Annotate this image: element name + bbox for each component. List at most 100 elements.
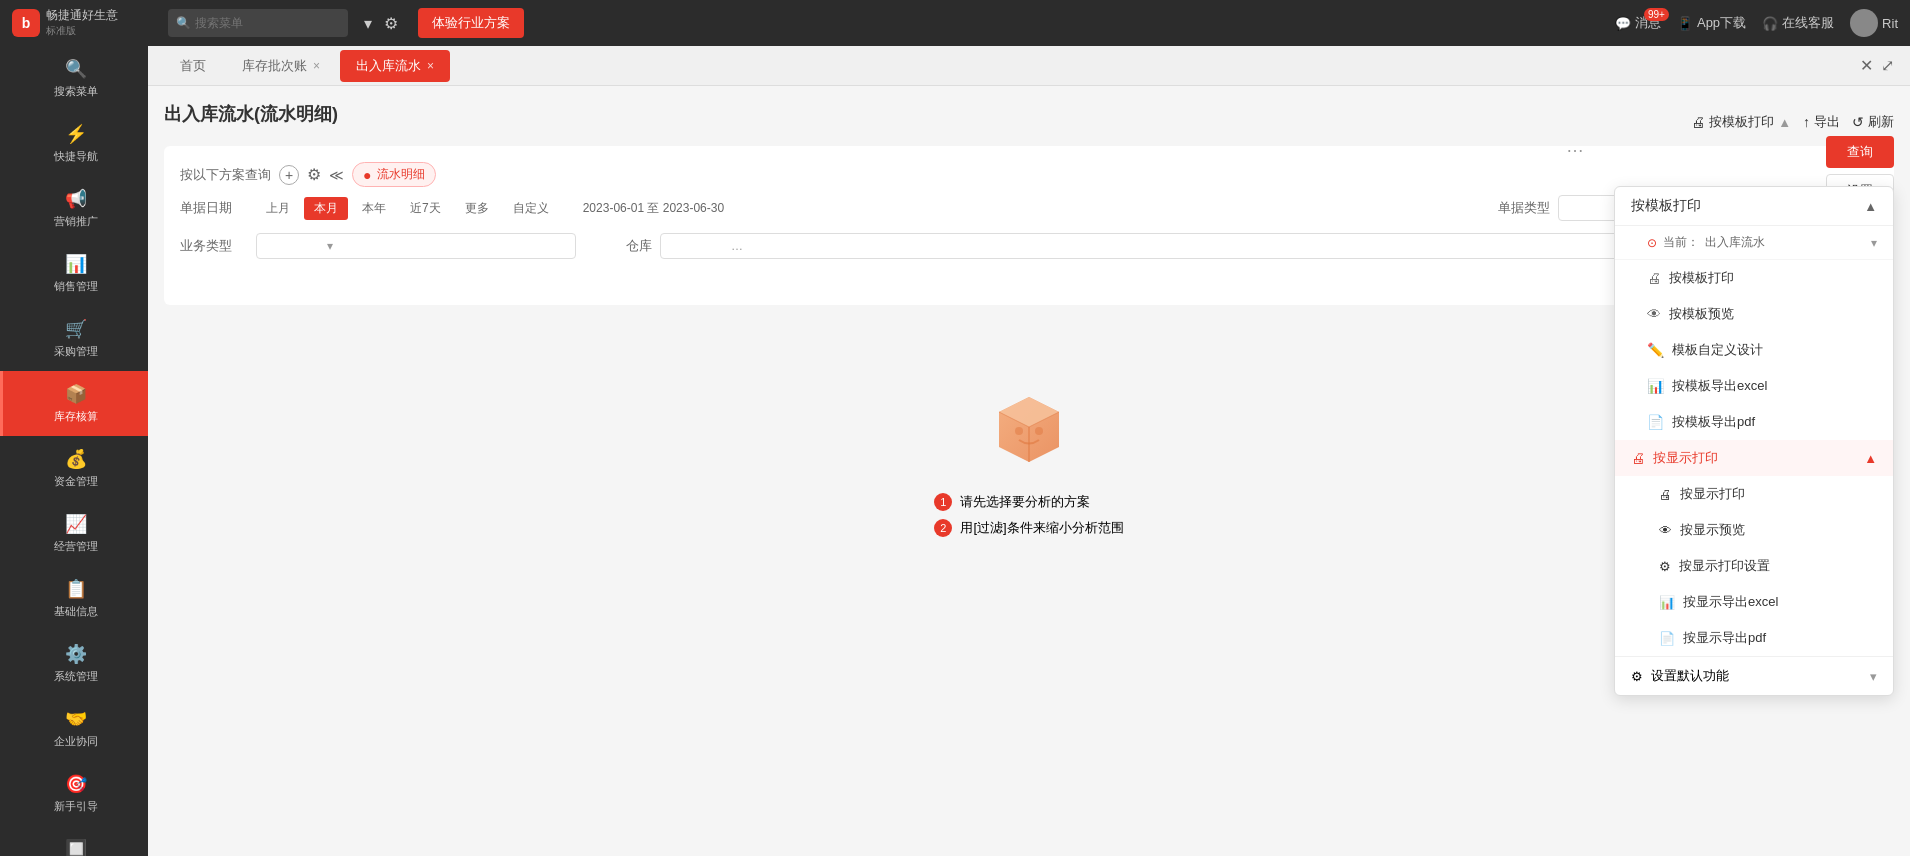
sidebar-item-销售管理[interactable]: 📊 销售管理 xyxy=(0,241,148,306)
dropdown-item-4[interactable]: 📄 按模板导出pdf xyxy=(1615,404,1893,440)
tab-bar: 首页库存批次账 ×出入库流水 × ✕ ⤢ xyxy=(148,46,1910,86)
tab-close-2[interactable]: × xyxy=(427,59,434,73)
sidebar-icon-6: 💰 xyxy=(65,448,87,470)
message-item[interactable]: 💬 消息 99+ xyxy=(1615,14,1661,32)
dropdown-item-label-1: 按模板预览 xyxy=(1669,305,1734,323)
empty-box-svg xyxy=(979,377,1079,467)
top-actions: 🖨 按模板打印 ▲ ↑ 导出 ↺ 刷新 xyxy=(1691,113,1894,131)
print-icon: 🖨 xyxy=(1691,114,1705,130)
dropdown-collapse-icon[interactable]: ▲ xyxy=(1864,199,1877,214)
dropdown-sub-icon-0: 🖨 xyxy=(1659,487,1672,502)
sidebar-item-经营管理[interactable]: 📈 经营管理 xyxy=(0,501,148,566)
biz-type-label: 业务类型 xyxy=(180,237,240,255)
sidebar-item-搜索菜单[interactable]: 🔍 搜索菜单 xyxy=(0,46,148,111)
date-tag-4[interactable]: 更多 xyxy=(455,197,499,220)
date-tag-2[interactable]: 本年 xyxy=(352,197,396,220)
sidebar-item-企业协同[interactable]: 🤝 企业协同 xyxy=(0,696,148,761)
user-avatar-area[interactable]: Rit xyxy=(1850,9,1898,37)
app-logo: b xyxy=(12,9,40,37)
date-tag-3[interactable]: 近7天 xyxy=(400,197,451,220)
search-input[interactable] xyxy=(195,16,340,30)
dropdown-sub-item-1[interactable]: 👁 按显示预览 xyxy=(1615,512,1893,548)
sidebar: 🔍 搜索菜单 ⚡ 快捷导航 📢 营销推广 📊 销售管理 🛒 采购管理 📦 库存核… xyxy=(0,46,148,856)
page-content: 出入库流水(流水明细) 🖨 按模板打印 ▲ ↑ 导出 ↺ 刷新 xyxy=(148,86,1910,856)
sidebar-item-应用中心[interactable]: 🔲 应用中心 xyxy=(0,826,148,856)
dropdown-item-label-0: 按模板打印 xyxy=(1669,269,1734,287)
dropdown-sub-item-2[interactable]: ⚙ 按显示打印设置 xyxy=(1615,548,1893,584)
dropdown-item-icon-1: 👁 xyxy=(1647,306,1661,322)
user-name: Rit xyxy=(1882,16,1898,31)
company-name: 畅捷通好生意 xyxy=(46,8,118,24)
app-download-item[interactable]: 📱 App下载 xyxy=(1677,14,1746,32)
dropdown-item-0[interactable]: 🖨 按模板打印 xyxy=(1615,260,1893,296)
empty-illustration xyxy=(979,377,1079,481)
ellipsis-icon[interactable]: … xyxy=(1566,136,1584,157)
empty-step-1: 1 请先选择要分析的方案 xyxy=(934,493,1123,511)
date-tag-5[interactable]: 自定义 xyxy=(503,197,559,220)
trial-button[interactable]: 体验行业方案 xyxy=(418,8,524,38)
step-2-text: 用[过滤]条件来缩小分析范围 xyxy=(960,519,1123,537)
sidebar-item-快捷导航[interactable]: ⚡ 快捷导航 xyxy=(0,111,148,176)
sidebar-item-新手引导[interactable]: 🎯 新手引导 xyxy=(0,761,148,826)
dropdown-sub-item-4[interactable]: 📄 按显示导出pdf xyxy=(1615,620,1893,656)
current-template-icon: ⊙ xyxy=(1647,236,1657,250)
dropdown-item-2[interactable]: ✏️ 模板自定义设计 xyxy=(1615,332,1893,368)
refresh-action[interactable]: ↺ 刷新 xyxy=(1852,113,1894,131)
sidebar-item-营销推广[interactable]: 📢 营销推广 xyxy=(0,176,148,241)
footer-settings[interactable]: ⚙ 设置默认功能 xyxy=(1631,667,1729,685)
gear-icon[interactable]: ⚙ xyxy=(380,10,402,37)
dropdown-sub-label-3: 按显示导出excel xyxy=(1683,593,1778,611)
filter-chip-label: 流水明细 xyxy=(377,166,425,183)
refresh-label: 刷新 xyxy=(1868,113,1894,131)
sidebar-item-系统管理[interactable]: ⚙️ 系统管理 xyxy=(0,631,148,696)
sidebar-item-采购管理[interactable]: 🛒 采购管理 xyxy=(0,306,148,371)
tab-首页[interactable]: 首页 xyxy=(164,50,222,82)
add-filter-button[interactable]: + xyxy=(279,165,299,185)
dropdown-sub-label-2: 按显示打印设置 xyxy=(1679,557,1770,575)
query-header: 按以下方案查询 + ⚙ ≪ ● 流水明细 xyxy=(180,162,1878,187)
query-button[interactable]: 查询 xyxy=(1826,136,1894,168)
dropdown-item-3[interactable]: 📊 按模板导出excel xyxy=(1615,368,1893,404)
search-box[interactable]: 🔍 xyxy=(168,9,348,37)
tab-出入库流水[interactable]: 出入库流水 × xyxy=(340,50,450,82)
export-action[interactable]: ↑ 导出 xyxy=(1803,113,1840,131)
dropdown-sub-item-0[interactable]: 🖨 按显示打印 xyxy=(1615,476,1893,512)
date-tag-1[interactable]: 本月 xyxy=(304,197,348,220)
close-window-icon[interactable]: ✕ xyxy=(1860,56,1873,75)
date-tag-0[interactable]: 上月 xyxy=(256,197,300,220)
biz-chevron: ▾ xyxy=(327,239,333,253)
collapse-filter-icon[interactable]: ≪ xyxy=(329,167,344,183)
online-service-item[interactable]: 🎧 在线客服 xyxy=(1762,14,1834,32)
display-print-section[interactable]: 🖨 按显示打印 ▲ xyxy=(1615,440,1893,476)
footer-settings-icon: ⚙ xyxy=(1631,669,1643,684)
sidebar-label-4: 采购管理 xyxy=(54,344,98,359)
query-label: 按以下方案查询 xyxy=(180,166,271,184)
sidebar-item-库存核算[interactable]: 📦 库存核算 xyxy=(0,371,148,436)
sidebar-label-2: 营销推广 xyxy=(54,214,98,229)
chevron-down-icon[interactable]: ▾ xyxy=(360,10,376,37)
active-filter-chip[interactable]: ● 流水明细 xyxy=(352,162,436,187)
dropdown-item-1[interactable]: 👁 按模板预览 xyxy=(1615,296,1893,332)
phone-icon: 📱 xyxy=(1677,16,1693,31)
message-icon: 💬 xyxy=(1615,16,1631,31)
current-template-chevron[interactable]: ▾ xyxy=(1871,236,1877,250)
chevron-up-icon: ▲ xyxy=(1778,115,1791,130)
print-label: 按模板打印 xyxy=(1709,113,1774,131)
top-bar: b 畅捷通好生意 标准版 🔍 ▾ ⚙ 体验行业方案 💬 消息 99+ 📱 App… xyxy=(0,0,1910,46)
sidebar-label-8: 基础信息 xyxy=(54,604,98,619)
sidebar-icon-8: 📋 xyxy=(65,578,87,600)
sidebar-item-基础信息[interactable]: 📋 基础信息 xyxy=(0,566,148,631)
warehouse-label: 仓库 xyxy=(592,237,652,255)
biz-type-select[interactable]: ▾ xyxy=(256,233,576,259)
tab-close-1[interactable]: × xyxy=(313,59,320,73)
page-title: 出入库流水(流水明细) xyxy=(164,102,338,126)
tab-库存批次账[interactable]: 库存批次账 × xyxy=(226,50,336,82)
print-template-action[interactable]: 🖨 按模板打印 ▲ xyxy=(1691,113,1791,131)
dropdown-sub-item-3[interactable]: 📊 按显示导出excel xyxy=(1615,584,1893,620)
sidebar-item-资金管理[interactable]: 💰 资金管理 xyxy=(0,436,148,501)
dropdown-sub-label-4: 按显示导出pdf xyxy=(1683,629,1766,647)
filter-settings-icon[interactable]: ⚙ xyxy=(307,165,321,184)
sidebar-label-0: 搜索菜单 xyxy=(54,84,98,99)
maximize-icon[interactable]: ⤢ xyxy=(1881,56,1894,75)
refresh-icon: ↺ xyxy=(1852,114,1864,130)
